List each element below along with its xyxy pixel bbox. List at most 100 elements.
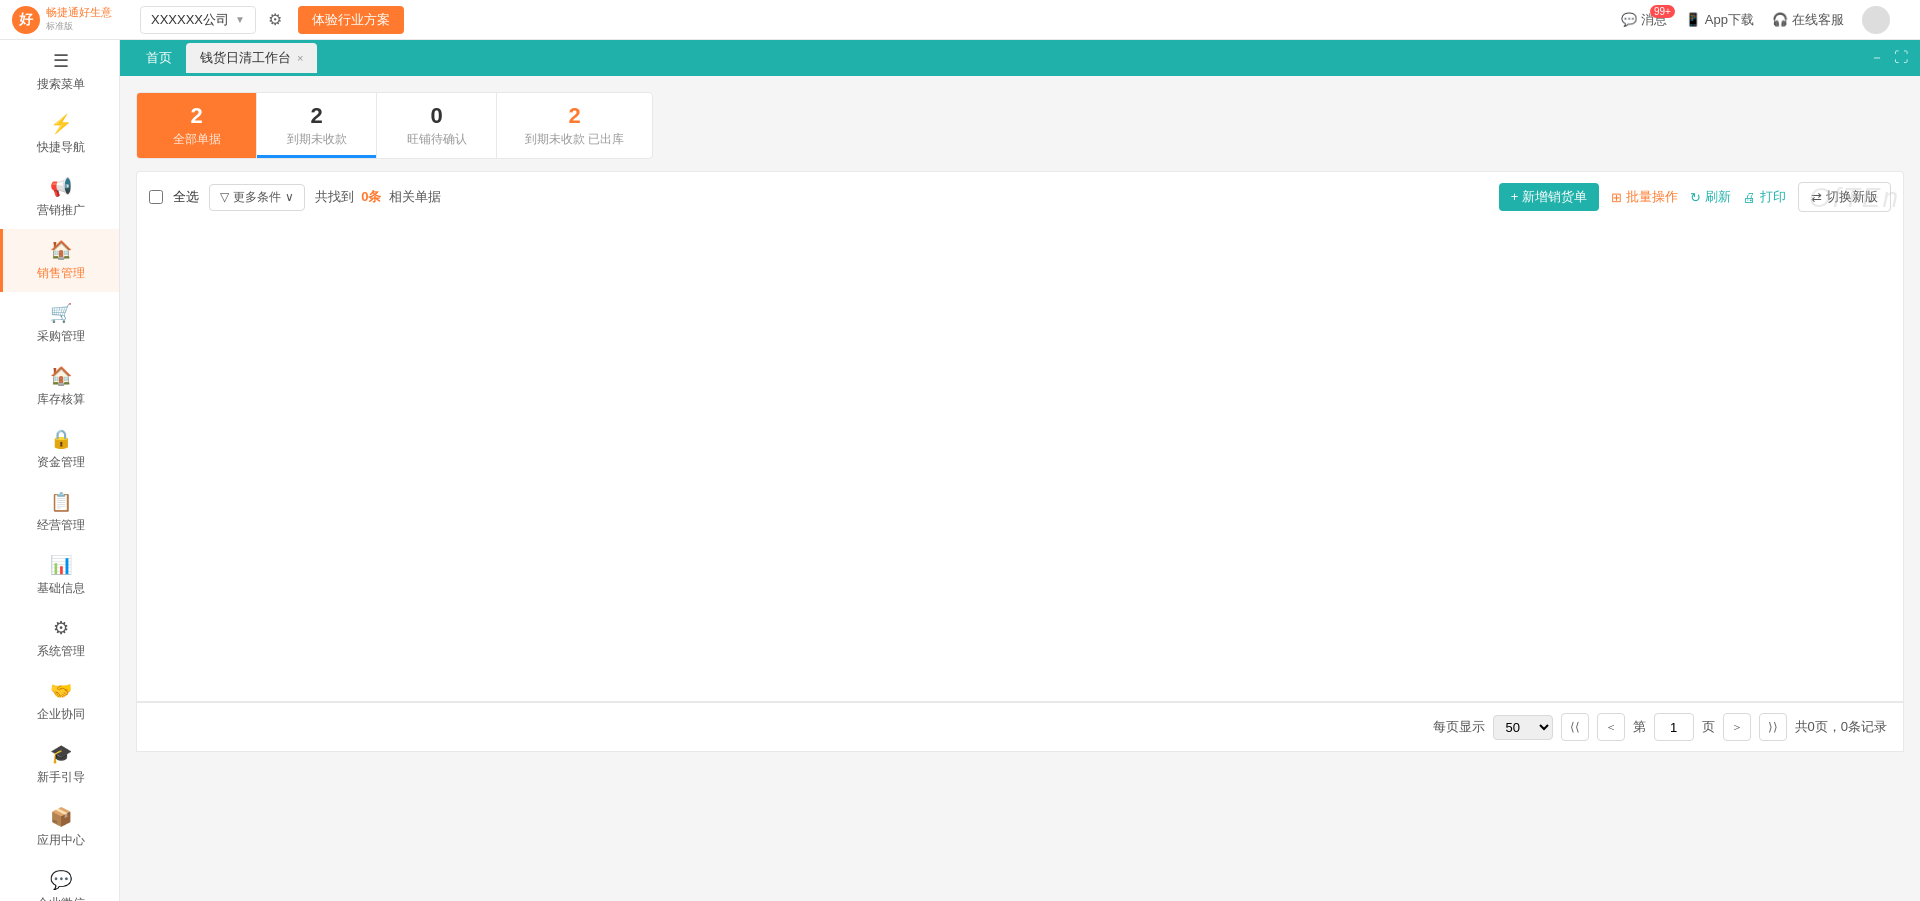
- sidebar-item-label: 快捷导航: [37, 139, 85, 156]
- online-service-label: 在线客服: [1792, 11, 1844, 29]
- avatar[interactable]: [1862, 6, 1890, 34]
- switch-icon: ⇄: [1811, 190, 1822, 205]
- select-all-checkbox[interactable]: [149, 190, 163, 204]
- sidebar-item-label: 基础信息: [37, 580, 85, 597]
- stat-num-overdue: 2: [310, 103, 322, 129]
- pagination: 每页显示 10 20 50 100 ⟨⟨ ＜ 第 1 页 ＞ ⟩⟩ 共0页，0条…: [136, 702, 1904, 752]
- app-download-icon: 📱: [1685, 12, 1701, 27]
- batch-operation-btn[interactable]: ⊞ 批量操作: [1611, 188, 1678, 206]
- page-next-btn[interactable]: ＞: [1723, 713, 1751, 741]
- try-industry-btn[interactable]: 体验行业方案: [298, 6, 404, 34]
- refresh-label: 刷新: [1705, 188, 1731, 206]
- stat-tab-wangpu[interactable]: 0 旺铺待确认: [377, 93, 497, 158]
- print-icon: 🖨: [1743, 190, 1756, 205]
- select-all-label: 全选: [173, 188, 199, 206]
- switch-new-version-btn[interactable]: ⇄ 切换新版: [1798, 182, 1891, 212]
- sidebar-item-enterprise-wechat[interactable]: 💬 企业微信: [0, 859, 119, 901]
- sidebar-item-basic-info[interactable]: 📊 基础信息: [0, 544, 119, 607]
- stat-num-all: 2: [190, 103, 202, 129]
- sidebar-item-label: 搜索菜单: [37, 76, 85, 93]
- active-underline: [257, 155, 376, 158]
- settings-icon[interactable]: ⚙: [264, 6, 286, 33]
- found-count: 0条: [361, 189, 381, 204]
- sidebar-item-purchase[interactable]: 🛒 采购管理: [0, 292, 119, 355]
- sidebar-item-operations[interactable]: 📋 经营管理: [0, 481, 119, 544]
- toolbar-right: + 新增销货单 ⊞ 批量操作 ↻ 刷新 🖨 打印 ⇄ 切换新版: [1499, 182, 1891, 212]
- switch-label: 切换新版: [1826, 188, 1878, 206]
- batch-icon: ⊞: [1611, 190, 1622, 205]
- app-download-btn[interactable]: 📱 App下载: [1685, 11, 1754, 29]
- logo-sub-label: 标准版: [46, 20, 112, 33]
- tab-bar: 首页 钱货日清工作台 × － ⛶: [120, 40, 1920, 76]
- sidebar-item-label: 企业协同: [37, 706, 85, 723]
- stat-tab-all[interactable]: 2 全部单据: [137, 93, 257, 158]
- sidebar-item-sales[interactable]: 🏠 销售管理: [0, 229, 119, 292]
- page-prev-btn[interactable]: ＜: [1597, 713, 1625, 741]
- main-content: 2 全部单据 2 到期未收款 0 旺铺待确认 2 到期未收款 已出库 全选 ▽ …: [120, 76, 1920, 901]
- sidebar-item-label: 库存核算: [37, 391, 85, 408]
- logo-app-name: 畅捷通好生意: [46, 6, 112, 19]
- sidebar-item-label: 资金管理: [37, 454, 85, 471]
- purchase-icon: 🛒: [50, 302, 72, 324]
- stat-num-overdue-shipped: 2: [569, 103, 581, 129]
- stat-tab-overdue[interactable]: 2 到期未收款: [257, 93, 377, 158]
- page-last-btn[interactable]: ⟩⟩: [1759, 713, 1787, 741]
- tab-home[interactable]: 首页: [132, 43, 186, 73]
- sidebar-item-finance[interactable]: 🔒 资金管理: [0, 418, 119, 481]
- finance-icon: 🔒: [50, 428, 72, 450]
- online-service-btn[interactable]: 🎧 在线客服: [1772, 11, 1844, 29]
- tab-work-desk[interactable]: 钱货日清工作台 ×: [186, 43, 317, 73]
- toolbar-left: 全选 ▽ 更多条件 ∨ 共找到 0条 相关单据: [149, 184, 441, 211]
- total-text: 共0页，0条记录: [1795, 718, 1887, 736]
- page-number-input[interactable]: 1: [1654, 713, 1694, 741]
- sidebar: ☰ 搜索菜单 ⚡ 快捷导航 📢 营销推广 🏠 销售管理 🛒 采购管理 🏠 库存核…: [0, 40, 120, 901]
- operations-icon: 📋: [50, 491, 72, 513]
- message-badge: 99+: [1650, 5, 1675, 18]
- sidebar-item-search[interactable]: ☰ 搜索菜单: [0, 40, 119, 103]
- page-size-label: 每页显示: [1433, 718, 1485, 736]
- sidebar-item-label: 系统管理: [37, 643, 85, 660]
- app-download-label: App下载: [1705, 11, 1754, 29]
- sidebar-item-quick-nav[interactable]: ⚡ 快捷导航: [0, 103, 119, 166]
- sidebar-item-marketing[interactable]: 📢 营销推广: [0, 166, 119, 229]
- stats-tabs: 2 全部单据 2 到期未收款 0 旺铺待确认 2 到期未收款 已出库: [136, 92, 653, 159]
- sidebar-item-label: 经营管理: [37, 517, 85, 534]
- sidebar-item-label: 新手引导: [37, 769, 85, 786]
- refresh-icon: ↻: [1690, 190, 1701, 205]
- tab-minimize-icon[interactable]: －: [1870, 49, 1884, 67]
- company-selector[interactable]: XXXXXX公司 ▼: [140, 6, 256, 34]
- page-size-select[interactable]: 10 20 50 100: [1493, 715, 1553, 740]
- stat-label-overdue: 到期未收款: [287, 131, 347, 148]
- marketing-icon: 📢: [50, 176, 72, 198]
- sidebar-item-beginner[interactable]: 🎓 新手引导: [0, 733, 119, 796]
- page-first-btn[interactable]: ⟨⟨: [1561, 713, 1589, 741]
- tab-expand-icon[interactable]: ⛶: [1894, 49, 1908, 67]
- system-icon: ⚙: [53, 617, 69, 639]
- print-btn[interactable]: 🖨 打印: [1743, 188, 1786, 206]
- company-dropdown-arrow: ▼: [235, 14, 245, 25]
- basic-info-icon: 📊: [50, 554, 72, 576]
- new-sales-order-btn[interactable]: + 新增销货单: [1499, 183, 1599, 211]
- online-service-icon: 🎧: [1772, 12, 1788, 27]
- tab-close-icon[interactable]: ×: [297, 52, 303, 64]
- sales-icon: 🏠: [50, 239, 72, 261]
- found-suffix: 相关单据: [389, 189, 441, 204]
- top-header: 好 畅捷通好生意 标准版 XXXXXX公司 ▼ ⚙ 体验行业方案 💬 消息 99…: [0, 0, 1920, 40]
- stat-tab-overdue-shipped[interactable]: 2 到期未收款 已出库: [497, 93, 652, 158]
- sidebar-item-label: 销售管理: [37, 265, 85, 282]
- inventory-icon: 🏠: [50, 365, 72, 387]
- sidebar-item-system[interactable]: ⚙ 系统管理: [0, 607, 119, 670]
- tab-bar-actions: － ⛶: [1870, 49, 1908, 67]
- filter-icon: ▽: [220, 190, 229, 204]
- sidebar-item-app-center[interactable]: 📦 应用中心: [0, 796, 119, 859]
- message-btn[interactable]: 💬 消息 99+: [1621, 11, 1667, 29]
- sidebar-item-inventory[interactable]: 🏠 库存核算: [0, 355, 119, 418]
- filter-btn[interactable]: ▽ 更多条件 ∨: [209, 184, 305, 211]
- refresh-btn[interactable]: ↻ 刷新: [1690, 188, 1731, 206]
- stat-label-wangpu: 旺铺待确认: [407, 131, 467, 148]
- found-prefix: 共找到: [315, 189, 354, 204]
- stat-label-all: 全部单据: [173, 131, 221, 148]
- sidebar-item-enterprise-collab[interactable]: 🤝 企业协同: [0, 670, 119, 733]
- tab-home-label: 首页: [146, 49, 172, 67]
- logo-area: 好 畅捷通好生意 标准版: [12, 6, 132, 34]
